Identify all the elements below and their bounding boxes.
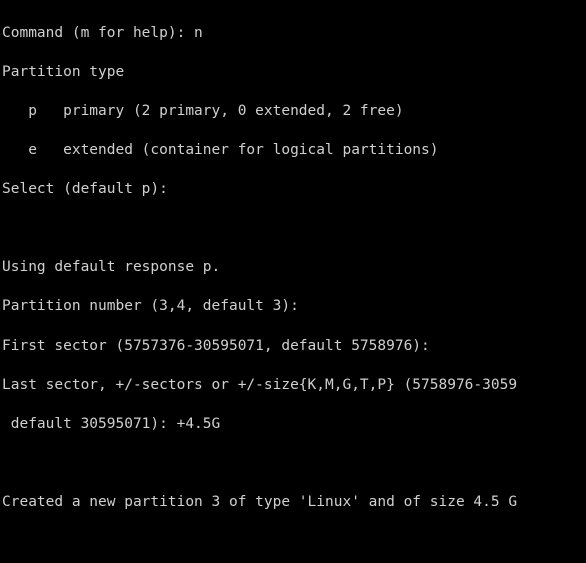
terminal-output: Command (m for help): n Partition type p… — [0, 0, 586, 563]
last-sector-prompt[interactable]: Last sector, +/-sectors or +/-size{K,M,G… — [2, 376, 586, 396]
line: e extended (container for logical partit… — [2, 141, 586, 161]
line: Created a new partition 3 of type 'Linux… — [2, 493, 586, 513]
select-prompt[interactable]: Select (default p): — [2, 180, 586, 200]
line: Partition type — [2, 63, 586, 83]
partition-number-prompt[interactable]: Partition number (3,4, default 3): — [2, 297, 586, 317]
last-sector-prompt-cont[interactable]: default 30595071): +4.5G — [2, 415, 586, 435]
first-sector-prompt[interactable]: First sector (5757376-30595071, default … — [2, 337, 586, 357]
line: Using default response p. — [2, 258, 586, 278]
cmd-prompt[interactable]: Command (m for help): n — [2, 24, 586, 44]
line: p primary (2 primary, 0 extended, 2 free… — [2, 102, 586, 122]
blank-line — [2, 532, 586, 552]
blank-line — [2, 454, 586, 474]
blank-line — [2, 219, 586, 239]
